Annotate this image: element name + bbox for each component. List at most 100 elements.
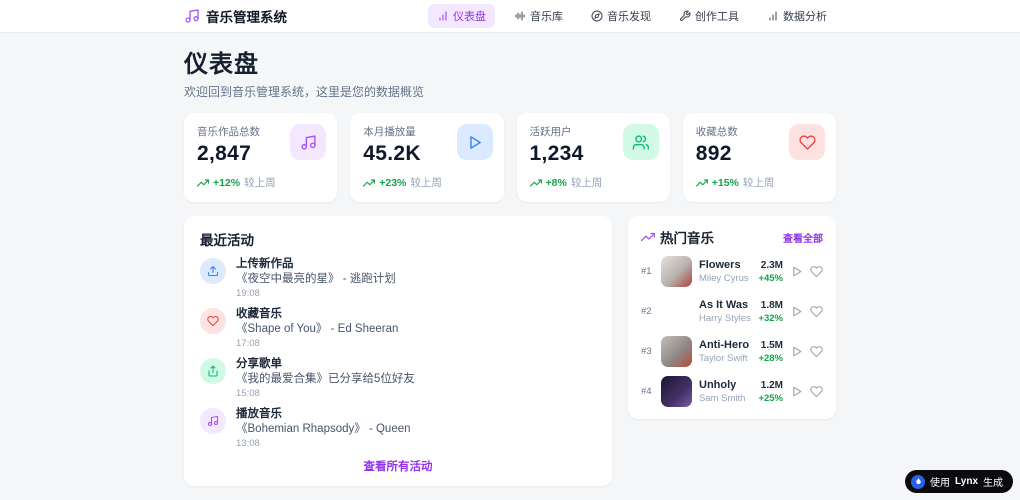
nav-label: 创作工具	[695, 11, 739, 23]
album-cover	[661, 376, 692, 407]
heart-icon	[207, 315, 219, 327]
recent-activity-panel: 最近活动 上传新作品 《夜空中最亮的星》 - 逃跑计划 19:08 收藏音乐 《…	[184, 216, 612, 486]
activity-desc: 《夜空中最亮的星》 - 逃跑计划	[236, 273, 396, 285]
song-trend: +32%	[758, 312, 783, 324]
trending-up-icon	[641, 232, 655, 242]
album-cover	[661, 336, 692, 367]
hot-music-panel: 热门音乐 查看全部 #1 Flowers Miley Cyrus 2.3M +4…	[628, 216, 836, 419]
song-title: Unholy	[699, 379, 737, 391]
view-all-link[interactable]: 查看全部	[783, 230, 823, 245]
activity-title: 分享歌单	[236, 358, 282, 370]
activity-desc: 《我的最爱合集》已分享给5位好友	[236, 373, 415, 385]
song-artist: Miley Cyrus	[699, 273, 749, 284]
song-artist: Taylor Swift	[699, 353, 748, 364]
album-cover	[661, 296, 692, 327]
bar-chart-icon	[769, 11, 777, 21]
trend-period: 较上周	[410, 177, 442, 189]
trending-up-icon	[529, 178, 542, 187]
play-icon	[470, 135, 481, 149]
activity-item-upload: 上传新作品 《夜空中最亮的星》 - 逃跑计划 19:08	[200, 258, 596, 299]
badge-suffix: 生成	[983, 478, 1003, 489]
main-nav: 仪表盘 音乐库 音乐发现 创作工具 数据分析	[428, 4, 836, 28]
stat-card-total-favorites: 收藏总数 892 +15% 较上周	[682, 113, 836, 202]
activity-time: 17:08	[236, 338, 260, 349]
song-trend: +28%	[758, 352, 783, 364]
activity-title: 收藏音乐	[236, 308, 282, 320]
music-note-icon	[207, 415, 219, 427]
stats-row: 音乐作品总数 2,847 +12% 较上周 本月播放量 45.2K +23% 较…	[184, 113, 836, 202]
play-icon	[793, 386, 802, 397]
trend-value: +15%	[711, 176, 739, 189]
play-icon	[793, 266, 802, 277]
nav-label: 音乐发现	[607, 11, 651, 23]
play-icon	[793, 346, 802, 357]
app-title: 音乐管理系统	[206, 10, 287, 25]
heart-icon	[810, 266, 823, 278]
activity-title: 播放音乐	[236, 408, 282, 420]
badge-brand: Lynx	[955, 476, 978, 487]
favorite-button[interactable]	[810, 265, 823, 278]
activity-item-play: 播放音乐 《Bohemian Rhapsody》 - Queen 13:08	[200, 408, 596, 449]
trending-up-icon	[695, 178, 708, 187]
trend-value: +12%	[213, 176, 241, 189]
song-artist: Harry Styles	[699, 313, 751, 324]
trend-period: 较上周	[244, 177, 276, 189]
activity-time: 13:08	[236, 438, 260, 449]
activity-desc: 《Bohemian Rhapsody》 - Queen	[236, 423, 411, 435]
nav-item-analytics[interactable]: 数据分析	[758, 4, 836, 28]
nav-label: 数据分析	[783, 11, 827, 23]
activity-desc: 《Shape of You》 - Ed Sheeran	[236, 323, 399, 335]
favorite-button[interactable]	[810, 305, 823, 318]
stat-card-monthly-plays: 本月播放量 45.2K +23% 较上周	[350, 113, 504, 202]
song-rank: #2	[641, 306, 652, 317]
activity-time: 15:08	[236, 388, 260, 399]
heart-icon	[810, 306, 823, 318]
play-button[interactable]	[790, 345, 803, 358]
song-title: As It Was	[699, 299, 749, 311]
heart-icon	[810, 386, 823, 398]
play-button[interactable]	[790, 385, 803, 398]
lynx-logo-icon	[911, 474, 926, 489]
nav-item-library[interactable]: 音乐库	[505, 4, 572, 28]
main-content: 仪表盘 欢迎回到音乐管理系统，这里是您的数据概览 音乐作品总数 2,847 +1…	[184, 33, 836, 500]
album-cover	[661, 256, 692, 287]
compass-icon	[591, 10, 603, 22]
lynx-attribution-badge[interactable]: 使用 Lynx 生成	[905, 470, 1013, 493]
users-icon	[632, 134, 650, 150]
stat-card-total-works: 音乐作品总数 2,847 +12% 较上周	[184, 113, 338, 202]
trend-period: 较上周	[742, 177, 775, 189]
song-title: Flowers	[699, 259, 741, 271]
wrench-icon	[679, 10, 691, 22]
upload-icon	[207, 265, 219, 277]
activity-item-favorite: 收藏音乐 《Shape of You》 - Ed Sheeran 17:08	[200, 308, 596, 349]
trending-up-icon	[197, 178, 209, 187]
bar-chart-icon	[439, 11, 447, 21]
song-row: #4 Unholy Sam Smith 1.2M +25%	[641, 376, 823, 407]
favorite-button[interactable]	[810, 385, 823, 398]
nav-label: 仪表盘	[453, 11, 486, 23]
nav-item-dashboard[interactable]: 仪表盘	[428, 4, 495, 28]
song-plays: 1.5M	[760, 339, 783, 351]
trend-period: 较上周	[570, 177, 603, 189]
song-row: #3 Anti-Hero Taylor Swift 1.5M +28%	[641, 336, 823, 367]
activity-item-share: 分享歌单 《我的最爱合集》已分享给5位好友 15:08	[200, 358, 596, 399]
nav-item-create-tools[interactable]: 创作工具	[670, 4, 748, 28]
play-button[interactable]	[790, 305, 803, 318]
badge-prefix: 使用	[930, 478, 951, 489]
nav-item-discover[interactable]: 音乐发现	[582, 4, 660, 28]
app-logo: 音乐管理系统	[184, 6, 287, 26]
stat-card-active-users: 活跃用户 1,234 +8% 较上周	[516, 113, 670, 202]
song-plays: 1.8M	[760, 299, 783, 311]
heart-icon	[810, 346, 823, 358]
view-all-activity-link[interactable]: 查看所有活动	[200, 458, 596, 474]
play-button[interactable]	[790, 265, 803, 278]
song-trend: +25%	[758, 392, 783, 404]
song-rank: #4	[641, 386, 652, 397]
activity-title: 上传新作品	[236, 258, 294, 270]
music-note-icon	[185, 9, 199, 23]
song-rank: #1	[641, 266, 652, 277]
page-subtitle: 欢迎回到音乐管理系统，这里是您的数据概览	[184, 85, 425, 99]
heart-icon	[798, 134, 816, 150]
favorite-button[interactable]	[810, 345, 823, 358]
play-icon	[793, 306, 802, 317]
